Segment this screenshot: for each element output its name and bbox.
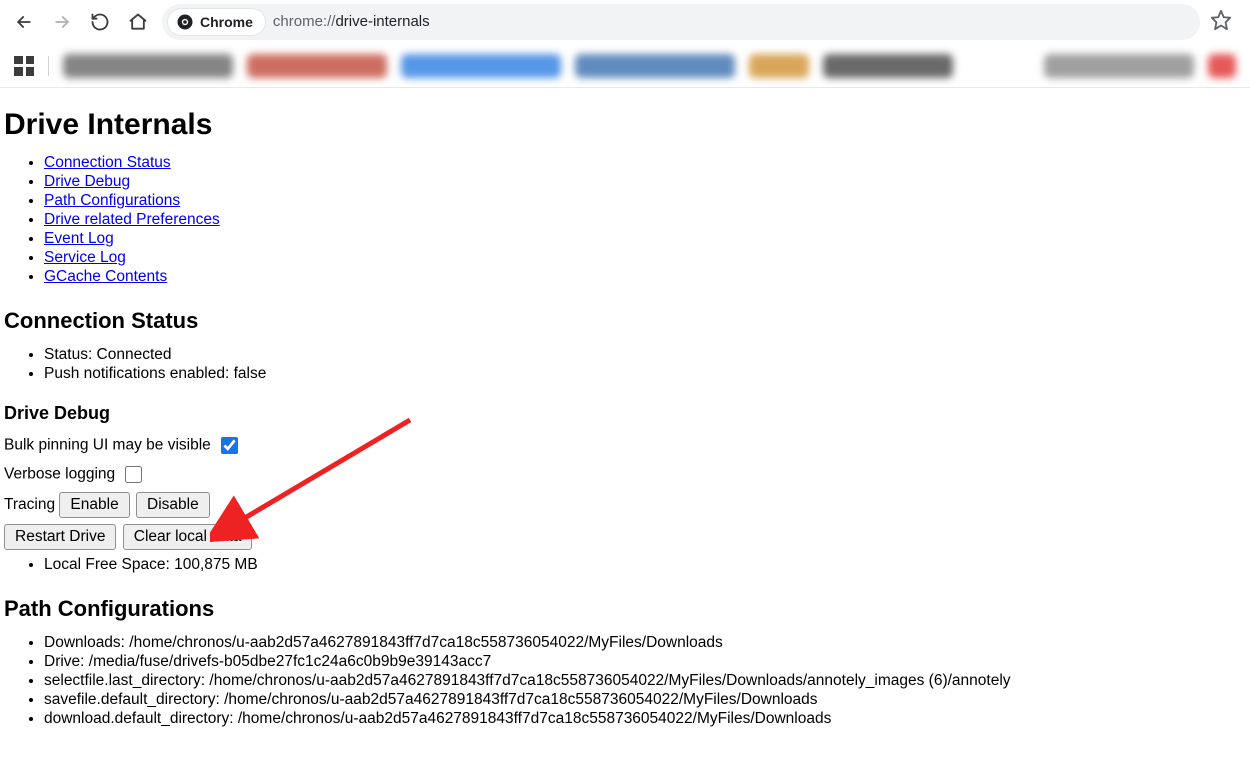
nav-link[interactable]: Drive Debug xyxy=(44,173,130,190)
chrome-logo-icon xyxy=(176,13,194,31)
arrow-left-icon xyxy=(14,12,34,32)
bookmark-item[interactable] xyxy=(823,54,953,78)
reload-button[interactable] xyxy=(86,8,114,36)
debug-info-list: Local Free Space: 100,875 MB xyxy=(4,556,1246,574)
chrome-pill-label: Chrome xyxy=(200,14,253,30)
list-item: download.default_directory: /home/chrono… xyxy=(44,710,1246,728)
list-item: Service Log xyxy=(44,249,1246,267)
nav-link[interactable]: Event Log xyxy=(44,230,114,247)
list-item: Local Free Space: 100,875 MB xyxy=(44,556,1246,574)
reload-icon xyxy=(90,12,110,32)
list-item: savefile.default_directory: /home/chrono… xyxy=(44,691,1246,709)
clear-local-data-button[interactable]: Clear local data xyxy=(123,524,253,550)
nav-link[interactable]: Path Configurations xyxy=(44,192,180,209)
home-button[interactable] xyxy=(124,8,152,36)
nav-link[interactable]: Service Log xyxy=(44,249,126,266)
list-item: Downloads: /home/chronos/u-aab2d57a46278… xyxy=(44,634,1246,652)
bookmark-item[interactable] xyxy=(63,54,233,78)
home-icon xyxy=(128,12,148,32)
arrow-right-icon xyxy=(52,12,72,32)
verbose-logging-row: Verbose logging xyxy=(4,463,1246,486)
forward-button[interactable] xyxy=(48,8,76,36)
bookmark-item[interactable] xyxy=(1208,54,1236,78)
star-icon xyxy=(1210,9,1232,31)
restart-drive-button[interactable]: Restart Drive xyxy=(4,524,116,550)
list-item: Drive related Preferences xyxy=(44,211,1246,229)
list-item: Drive Debug xyxy=(44,173,1246,191)
url-text: chrome://drive-internals xyxy=(273,13,430,31)
drive-action-row: Restart Drive Clear local data xyxy=(4,524,1246,550)
tracing-row: Tracing Enable Disable xyxy=(4,492,1246,518)
bulk-pinning-label: Bulk pinning UI may be visible xyxy=(4,437,211,454)
tracing-label: Tracing xyxy=(4,496,55,513)
list-item: Connection Status xyxy=(44,154,1246,172)
omnibox[interactable]: Chrome chrome://drive-internals xyxy=(162,4,1200,40)
nav-link-list: Connection Status Drive Debug Path Confi… xyxy=(4,154,1246,286)
page-title: Drive Internals xyxy=(4,108,1246,142)
bookmark-item[interactable] xyxy=(749,54,809,78)
bookmark-item[interactable] xyxy=(1044,54,1194,78)
bookmark-item[interactable] xyxy=(575,54,735,78)
list-item: Drive: /media/fuse/drivefs-b05dbe27fc1c2… xyxy=(44,653,1246,671)
list-item: Push notifications enabled: false xyxy=(44,365,1246,383)
browser-toolbar: Chrome chrome://drive-internals xyxy=(0,0,1250,44)
list-item: Event Log xyxy=(44,230,1246,248)
tracing-disable-button[interactable]: Disable xyxy=(136,492,210,518)
nav-link[interactable]: Connection Status xyxy=(44,154,171,171)
apps-icon[interactable] xyxy=(14,56,34,76)
list-item: GCache Contents xyxy=(44,268,1246,286)
bulk-pinning-checkbox[interactable] xyxy=(221,437,238,454)
list-item: Path Configurations xyxy=(44,192,1246,210)
divider xyxy=(48,56,49,76)
tracing-enable-button[interactable]: Enable xyxy=(59,492,129,518)
nav-link[interactable]: GCache Contents xyxy=(44,268,167,285)
connection-list: Status: Connected Push notifications ena… xyxy=(4,346,1246,383)
chrome-pill: Chrome xyxy=(168,9,265,35)
nav-link[interactable]: Drive related Preferences xyxy=(44,211,220,228)
bookmark-star-button[interactable] xyxy=(1210,9,1232,36)
section-heading-connection: Connection Status xyxy=(4,308,1246,334)
list-item: Status: Connected xyxy=(44,346,1246,364)
bulk-pinning-row: Bulk pinning UI may be visible xyxy=(4,434,1246,457)
bookmark-item[interactable] xyxy=(247,54,387,78)
bookmark-item[interactable] xyxy=(401,54,561,78)
bookmarks-bar xyxy=(0,44,1250,88)
verbose-logging-checkbox[interactable] xyxy=(125,466,142,483)
section-heading-paths: Path Configurations xyxy=(4,596,1246,622)
list-item: selectfile.last_directory: /home/chronos… xyxy=(44,672,1246,690)
section-heading-debug: Drive Debug xyxy=(4,403,1246,424)
verbose-logging-label: Verbose logging xyxy=(4,466,115,483)
paths-list: Downloads: /home/chronos/u-aab2d57a46278… xyxy=(4,634,1246,728)
page-content: Drive Internals Connection Status Drive … xyxy=(0,88,1250,758)
back-button[interactable] xyxy=(10,8,38,36)
